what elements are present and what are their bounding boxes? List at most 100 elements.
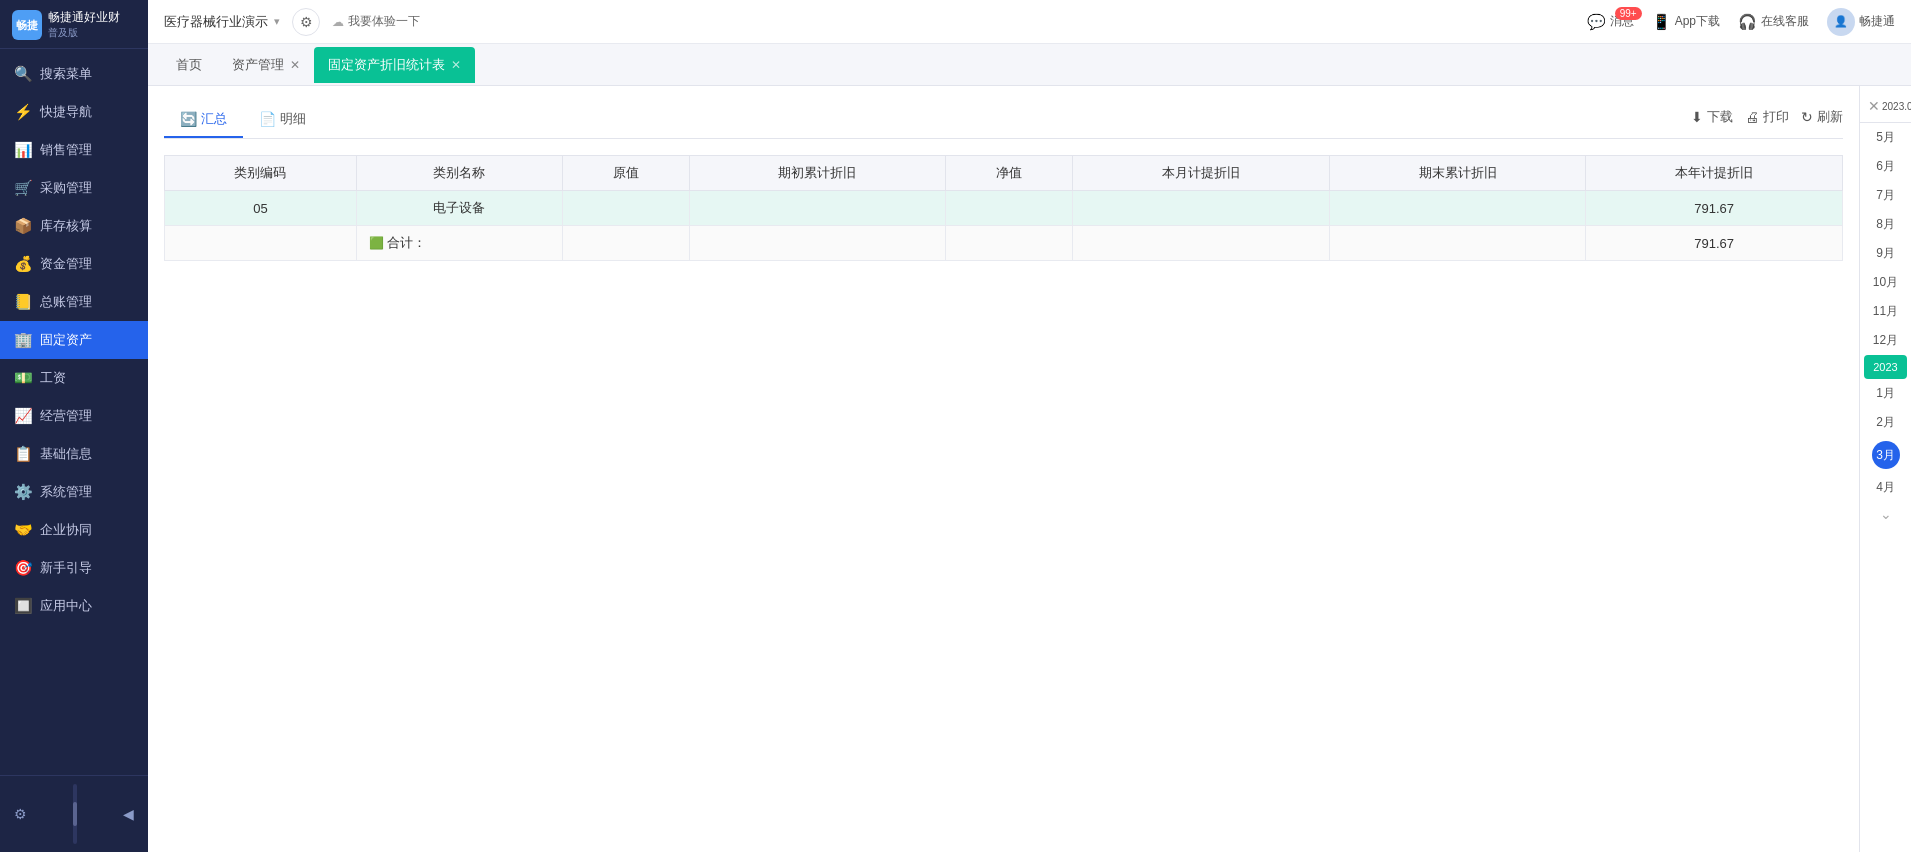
support-label: 在线客服 xyxy=(1761,13,1809,30)
avatar: 👤 xyxy=(1827,8,1855,36)
col-original: 原值 xyxy=(562,156,689,191)
content-main: 🔄 汇总 📄 明细 ⬇ 下载 🖨 打印 xyxy=(148,86,1859,852)
sidebar-item-guide[interactable]: 🎯 新手引导 xyxy=(0,549,148,587)
month-2023-3[interactable]: 3月 xyxy=(1872,441,1900,469)
tab-home[interactable]: 首页 xyxy=(160,47,218,83)
cell-initial-accum xyxy=(689,191,946,226)
logo-subtitle: 普及版 xyxy=(48,26,120,40)
sidebar-item-fixed_assets[interactable]: 🏢 固定资产 xyxy=(0,321,148,359)
tab-depreciation-close[interactable]: ✕ xyxy=(451,58,461,72)
sidebar-icon-operations: 📈 xyxy=(14,407,32,425)
month-5[interactable]: 5月 xyxy=(1860,123,1911,152)
right-panel-header: ✕ 2023.03 ⤢ xyxy=(1860,94,1911,123)
month-2023-2[interactable]: 2月 xyxy=(1860,408,1911,437)
sidebar-label-guide: 新手引导 xyxy=(40,559,92,577)
app-icon: 📱 xyxy=(1652,13,1671,31)
col-ending-accum: 期末累计折旧 xyxy=(1329,156,1586,191)
topbar-settings-btn[interactable]: ⚙ xyxy=(292,8,320,36)
cell-code: 05 xyxy=(165,191,357,226)
user-menu[interactable]: 👤 畅捷通 xyxy=(1827,8,1895,36)
app-download-btn[interactable]: 📱 App下载 xyxy=(1652,13,1720,31)
refresh-btn[interactable]: ↻ 刷新 xyxy=(1801,108,1843,126)
username: 畅捷通 xyxy=(1859,13,1895,30)
download-btn[interactable]: ⬇ 下载 xyxy=(1691,108,1733,126)
cell-original xyxy=(562,191,689,226)
cloud-icon: ☁ xyxy=(332,15,344,29)
sidebar-label-basic_info: 基础信息 xyxy=(40,445,92,463)
tab-asset-mgmt[interactable]: 资产管理 ✕ xyxy=(218,47,314,83)
tab-asset-mgmt-close[interactable]: ✕ xyxy=(290,58,300,72)
sidebar-icon-purchase: 🛒 xyxy=(14,179,32,197)
total-annual-dep: 791.67 xyxy=(1586,226,1843,261)
sidebar-item-finance[interactable]: 💰 资金管理 xyxy=(0,245,148,283)
tab-depreciation-table[interactable]: 固定资产折旧统计表 ✕ xyxy=(314,47,475,83)
right-panel-close-btn[interactable]: ✕ xyxy=(1868,98,1880,114)
logo-icon-text: 畅捷 xyxy=(16,18,38,33)
sidebar-icon-basic_info: 📋 xyxy=(14,445,32,463)
sidebar-label-inventory: 库存核算 xyxy=(40,217,92,235)
sidebar-icon-payroll: 💵 xyxy=(14,369,32,387)
depreciation-table: 类别编码 类别名称 原值 期初累计折旧 净值 本月计提折旧 期末累计折旧 本年计… xyxy=(164,155,1843,261)
detail-icon: 📄 xyxy=(259,111,276,127)
sidebar-item-payroll[interactable]: 💵 工资 xyxy=(0,359,148,397)
online-support-btn[interactable]: 🎧 在线客服 xyxy=(1738,13,1809,31)
subtab-right: ⬇ 下载 🖨 打印 ↻ 刷新 xyxy=(1691,108,1843,132)
cell-net-value xyxy=(946,191,1073,226)
sidebar-item-ledger[interactable]: 📒 总账管理 xyxy=(0,283,148,321)
month-2023-1[interactable]: 1月 xyxy=(1860,379,1911,408)
month-2023-4[interactable]: 4月 xyxy=(1860,473,1911,502)
sidebar-label-search: 搜索菜单 xyxy=(40,65,92,83)
sidebar-item-apps[interactable]: 🔲 应用中心 xyxy=(0,587,148,625)
sidebar-item-quicknav[interactable]: ⚡ 快捷导航 xyxy=(0,93,148,131)
cell-name: 电子设备 xyxy=(356,191,562,226)
sidebar: 畅捷 畅捷通好业财 普及版 🔍 搜索菜单 ⚡ 快捷导航 📊 销售管理 🛒 采购管… xyxy=(0,0,148,852)
sidebar-item-sales[interactable]: 📊 销售管理 xyxy=(0,131,148,169)
sidebar-icon-inventory: 📦 xyxy=(14,217,32,235)
sidebar-icon-sales: 📊 xyxy=(14,141,32,159)
sidebar-item-enterprise[interactable]: 🤝 企业协同 xyxy=(0,511,148,549)
sidebar-scrollbar-thumb xyxy=(73,802,77,826)
cell-annual-dep: 791.67 xyxy=(1586,191,1843,226)
content-area: 🔄 汇总 📄 明细 ⬇ 下载 🖨 打印 xyxy=(148,86,1911,852)
sidebar-item-purchase[interactable]: 🛒 采购管理 xyxy=(0,169,148,207)
sidebar-collapse-btn[interactable]: ◀ xyxy=(123,806,134,822)
year-2023[interactable]: 2023 xyxy=(1864,355,1907,379)
sidebar-label-purchase: 采购管理 xyxy=(40,179,92,197)
month-10[interactable]: 10月 xyxy=(1860,268,1911,297)
sidebar-icon-system: ⚙️ xyxy=(14,483,32,501)
month-6[interactable]: 6月 xyxy=(1860,152,1911,181)
total-monthly-dep xyxy=(1073,226,1330,261)
sidebar-item-basic_info[interactable]: 📋 基础信息 xyxy=(0,435,148,473)
print-btn[interactable]: 🖨 打印 xyxy=(1745,108,1789,126)
sidebar-settings-btn[interactable]: ⚙ xyxy=(14,806,27,822)
depreciation-table-container: 类别编码 类别名称 原值 期初累计折旧 净值 本月计提折旧 期末累计折旧 本年计… xyxy=(164,155,1843,261)
main-area: 医疗器械行业演示 ▾ ⚙ ☁ 我要体验一下 💬 消息 99+ 📱 App下载 🎧… xyxy=(148,0,1911,852)
sidebar-label-enterprise: 企业协同 xyxy=(40,521,92,539)
sidebar-icon-guide: 🎯 xyxy=(14,559,32,577)
sidebar-label-sales: 销售管理 xyxy=(40,141,92,159)
total-name: 🟩 合计： xyxy=(356,226,562,261)
col-annual-dep: 本年计提折旧 xyxy=(1586,156,1843,191)
print-label: 打印 xyxy=(1763,108,1789,126)
sidebar-item-operations[interactable]: 📈 经营管理 xyxy=(0,397,148,435)
messages-btn[interactable]: 💬 消息 99+ xyxy=(1587,13,1634,31)
subtab-left: 🔄 汇总 📄 明细 xyxy=(164,102,322,138)
sidebar-item-system[interactable]: ⚙️ 系统管理 xyxy=(0,473,148,511)
cell-monthly-dep xyxy=(1073,191,1330,226)
sidebar-icon-fixed_assets: 🏢 xyxy=(14,331,32,349)
company-selector[interactable]: 医疗器械行业演示 ▾ xyxy=(164,13,280,31)
subtab-summary-label: 汇总 xyxy=(201,110,227,128)
subtab-summary[interactable]: 🔄 汇总 xyxy=(164,102,243,138)
sidebar-item-search[interactable]: 🔍 搜索菜单 xyxy=(0,55,148,93)
experience-btn[interactable]: ☁ 我要体验一下 xyxy=(332,13,420,30)
settings-icon: ⚙ xyxy=(300,14,313,30)
month-9[interactable]: 9月 xyxy=(1860,239,1911,268)
sidebar-icon-finance: 💰 xyxy=(14,255,32,273)
sidebar-label-finance: 资金管理 xyxy=(40,255,92,273)
month-12[interactable]: 12月 xyxy=(1860,326,1911,355)
subtab-detail[interactable]: 📄 明细 xyxy=(243,102,322,138)
month-11[interactable]: 11月 xyxy=(1860,297,1911,326)
month-7[interactable]: 7月 xyxy=(1860,181,1911,210)
sidebar-item-inventory[interactable]: 📦 库存核算 xyxy=(0,207,148,245)
month-8[interactable]: 8月 xyxy=(1860,210,1911,239)
